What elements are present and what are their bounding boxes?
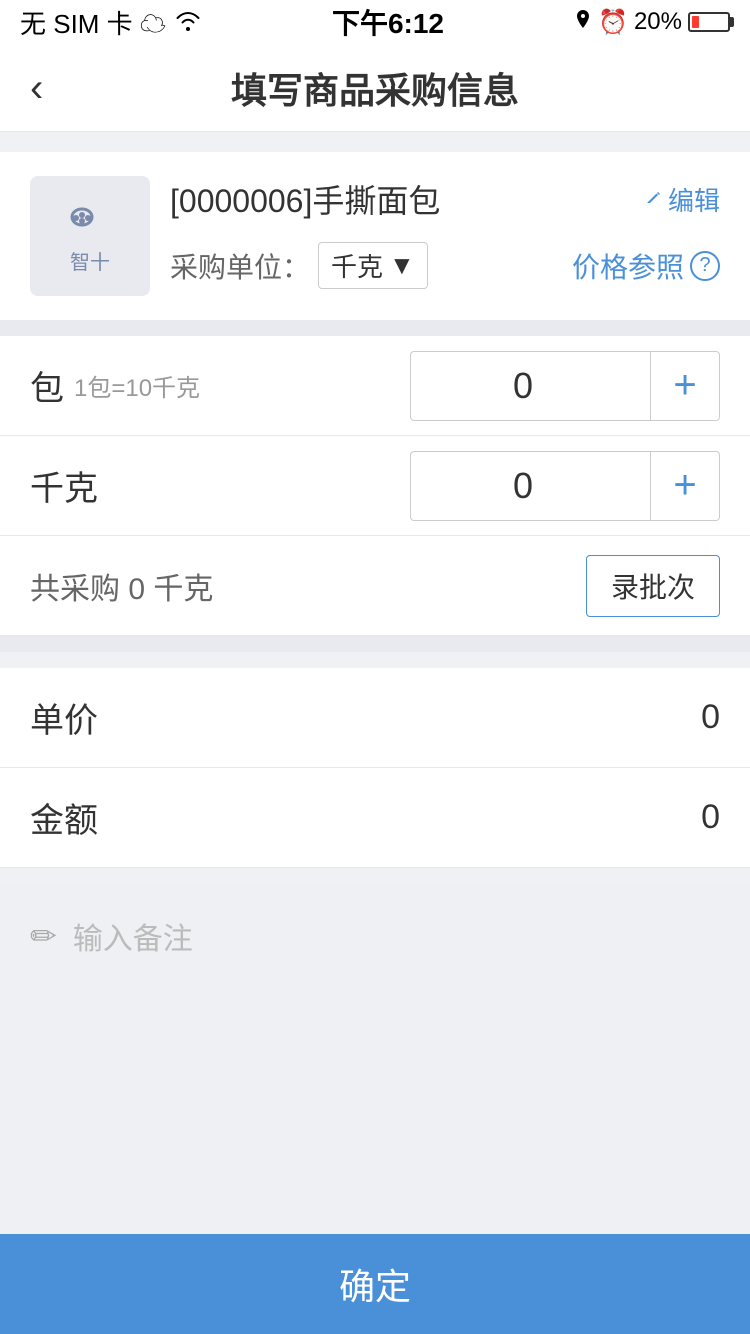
status-right: ⏰ 20% — [574, 8, 730, 37]
price-section: 单价 0 金额 0 — [0, 668, 750, 868]
sim-label: 无 SIM 卡 ☁ — [20, 4, 166, 41]
summary-section: 共采购 0 千克 录批次 — [0, 536, 750, 636]
product-full-name: [0000006]手撕面包 — [170, 176, 440, 222]
wifi-icon — [174, 7, 202, 38]
battery-icon — [688, 12, 730, 32]
product-info: [0000006]手撕面包 编辑 采购单位： 千克 ▼ 价格参照 ? — [170, 176, 720, 289]
nav-bar: ‹ 填写商品采购信息 — [0, 44, 750, 132]
unit-select[interactable]: 千克 ▼ — [318, 242, 428, 289]
bao-input-row: 包 1包=10千克 + — [0, 336, 750, 436]
bao-plus-button[interactable]: + — [650, 351, 720, 421]
location-icon — [574, 8, 592, 36]
bao-quantity-input[interactable] — [410, 351, 650, 421]
product-unit-row: 采购单位： 千克 ▼ 价格参照 ? — [170, 242, 720, 289]
kg-plus-button[interactable]: + — [650, 451, 720, 521]
unit-price-value: 0 — [701, 698, 720, 737]
input-section: 包 1包=10千克 + 千克 + — [0, 336, 750, 536]
battery-percent: 20% — [634, 8, 682, 36]
total-purchase-text: 共采购 0 千克 — [30, 564, 213, 608]
edit-button[interactable]: 编辑 — [644, 181, 720, 218]
alarm-icon: ⏰ — [598, 8, 628, 37]
bao-label: 包 — [30, 361, 64, 410]
bao-input-right: + — [410, 351, 720, 421]
price-ref-button[interactable]: 价格参照 ? — [572, 246, 720, 286]
kg-input-right: + — [410, 451, 720, 521]
status-left: 无 SIM 卡 ☁ — [20, 4, 202, 41]
back-button[interactable]: ‹ — [30, 68, 43, 108]
batch-record-button[interactable]: 录批次 — [586, 555, 720, 617]
confirm-button[interactable]: 确定 — [339, 1258, 411, 1310]
unit-price-row: 单价 0 — [0, 668, 750, 768]
status-time: 下午6:12 — [332, 2, 444, 42]
total-amount-value: 0 — [701, 798, 720, 837]
product-name-row: [0000006]手撕面包 编辑 — [170, 176, 720, 222]
status-bar: 无 SIM 卡 ☁ 下午6:12 ⏰ 20% — [0, 0, 750, 44]
kg-label: 千克 — [30, 461, 98, 510]
kg-input-row: 千克 + — [0, 436, 750, 536]
confirm-bar[interactable]: 确定 — [0, 1234, 750, 1334]
pencil-icon: ✏ — [30, 917, 57, 955]
product-thumbnail: 智十 — [30, 176, 150, 296]
remark-section[interactable]: ✏ 输入备注 — [0, 884, 750, 988]
product-thumb-label: 智十 — [70, 246, 110, 275]
section-divider-1 — [0, 320, 750, 336]
price-ref-help-icon: ? — [690, 251, 720, 281]
total-amount-label: 金额 — [30, 793, 98, 842]
remark-placeholder: 输入备注 — [73, 914, 193, 958]
bao-sublabel: 1包=10千克 — [74, 368, 200, 403]
unit-label: 采购单位： — [170, 246, 310, 286]
product-card: 智十 [0000006]手撕面包 编辑 采购单位： 千克 ▼ 价格参照 — [0, 152, 750, 320]
page-title: 填写商品采购信息 — [231, 62, 519, 114]
total-amount-row: 金额 0 — [0, 768, 750, 868]
unit-price-label: 单价 — [30, 693, 98, 742]
section-divider-2 — [0, 636, 750, 652]
dropdown-icon: ▼ — [389, 250, 415, 281]
kg-quantity-input[interactable] — [410, 451, 650, 521]
